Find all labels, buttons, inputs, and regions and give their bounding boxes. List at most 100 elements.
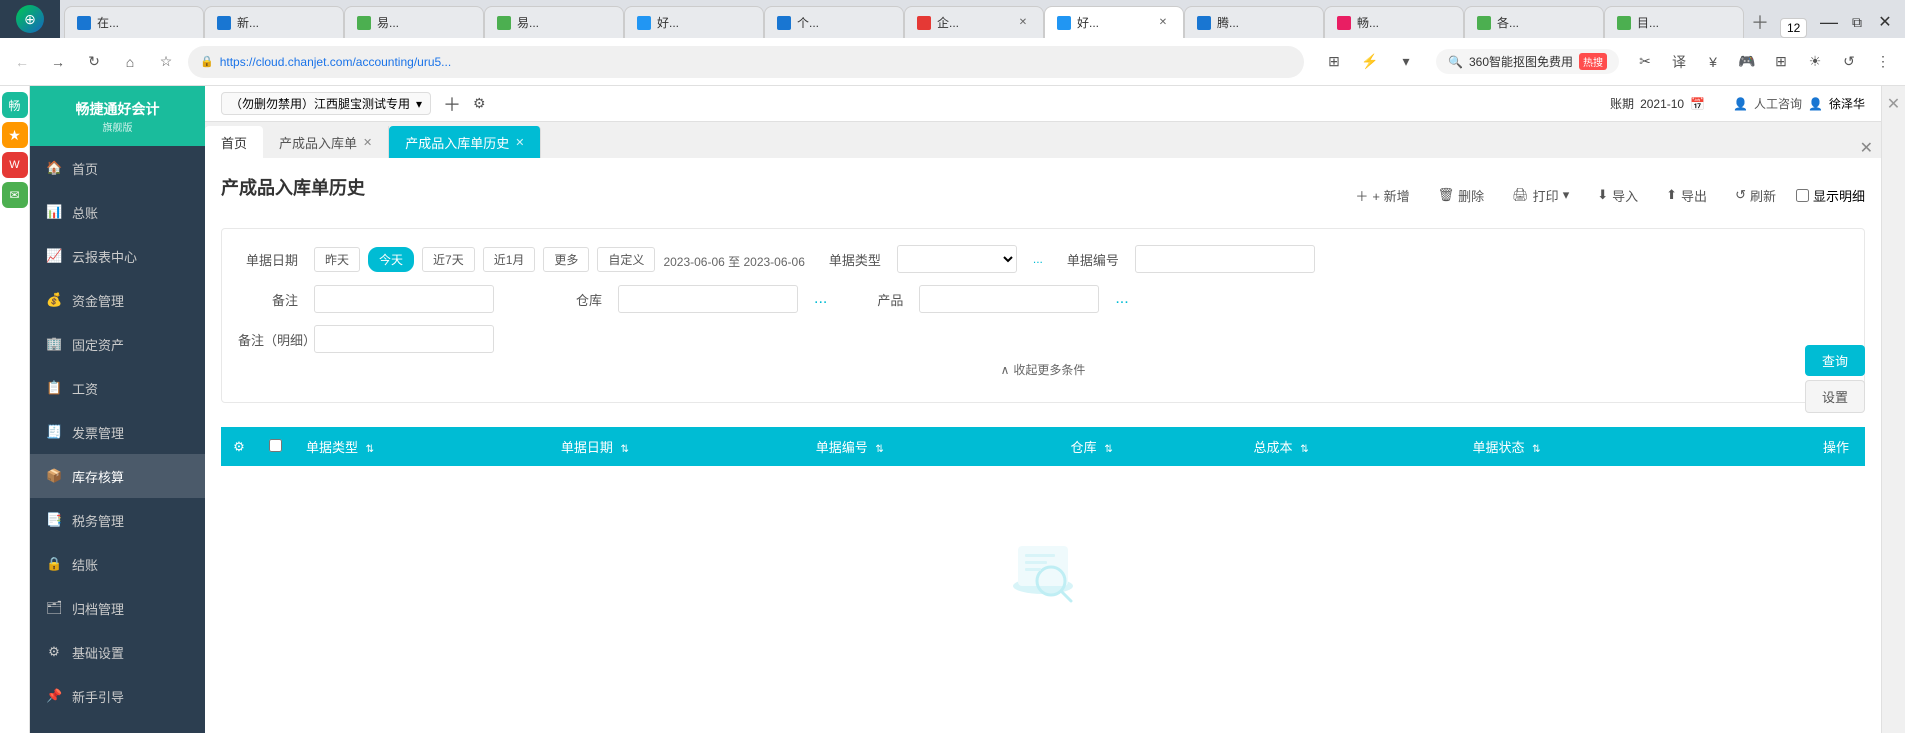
th-status[interactable]: 单据状态 ⇅: [1460, 427, 1715, 466]
right-panel-close[interactable]: ✕: [1881, 86, 1905, 733]
add-company-button[interactable]: ＋: [443, 91, 461, 117]
forward-button[interactable]: →: [44, 48, 72, 76]
date-btn-7days[interactable]: 近7天: [422, 247, 475, 272]
type-filter-select[interactable]: [897, 245, 1017, 273]
th-warehouse[interactable]: 仓库 ⇅: [1059, 427, 1242, 466]
chevron-down-icon[interactable]: ▾: [1392, 48, 1420, 76]
browser-tab-10[interactable]: 畅...: [1324, 6, 1464, 38]
refresh-button[interactable]: ↺ 刷新: [1727, 182, 1784, 209]
restore-button[interactable]: ⧉: [1845, 10, 1869, 34]
query-button[interactable]: 查询: [1805, 345, 1865, 376]
nav-item-invoice[interactable]: 🧾 发票管理: [30, 410, 205, 454]
import-button[interactable]: ⬇ 导入: [1589, 182, 1646, 209]
more-icon[interactable]: ⋮: [1869, 48, 1897, 76]
calendar-icon[interactable]: 📅: [1690, 97, 1705, 111]
nav-item-guide[interactable]: 📌 新手引导: [30, 674, 205, 718]
nav-item-home[interactable]: 🏠 首页: [30, 146, 205, 190]
company-settings-icon[interactable]: ⚙: [473, 95, 486, 112]
sun-icon[interactable]: ☀: [1801, 48, 1829, 76]
browser-tab-7[interactable]: 企... ✕: [904, 6, 1044, 38]
note-filter-input[interactable]: [314, 285, 494, 313]
browser-tab-9[interactable]: 腾...: [1184, 6, 1324, 38]
date-btn-custom[interactable]: 自定义: [597, 247, 655, 272]
browser-tab-6[interactable]: 个...: [764, 6, 904, 38]
reset-button[interactable]: 设置: [1805, 380, 1865, 413]
print-button[interactable]: 🖨 打印 ▾: [1504, 182, 1577, 209]
nav-item-close[interactable]: 🔒 结账: [30, 542, 205, 586]
refresh-nav-button[interactable]: ↻: [80, 48, 108, 76]
browser-tab-5[interactable]: 好...: [624, 6, 764, 38]
search-box[interactable]: 🔍 360智能抠图免费用 热搜: [1436, 49, 1619, 74]
th-settings[interactable]: ⚙: [221, 427, 257, 466]
tab-8-close-icon[interactable]: ✕: [1155, 15, 1171, 31]
browser-tab-3[interactable]: 易...: [344, 6, 484, 38]
game-icon[interactable]: 🎮: [1733, 48, 1761, 76]
nav-item-reports[interactable]: 📈 云报表中心: [30, 234, 205, 278]
add-button[interactable]: ＋ + 新增: [1347, 182, 1417, 209]
nav-item-settings[interactable]: ⚙ 基础设置: [30, 630, 205, 674]
date-btn-yesterday[interactable]: 昨天: [314, 247, 360, 272]
th-type[interactable]: 单据类型 ⇅: [294, 427, 549, 466]
tab2-close-icon[interactable]: ✕: [515, 136, 524, 149]
browser-tab-12[interactable]: 目...: [1604, 6, 1744, 38]
undo-icon[interactable]: ↺: [1835, 48, 1863, 76]
browser-tab-8[interactable]: 好... ✕: [1044, 6, 1184, 38]
minimize-button[interactable]: —: [1817, 10, 1841, 34]
th-cost[interactable]: 总成本 ⇅: [1242, 427, 1461, 466]
page-tab-2[interactable]: 产成品入库单历史 ✕: [389, 126, 541, 158]
home-nav-button[interactable]: ⌂: [116, 48, 144, 76]
back-button[interactable]: ←: [8, 48, 36, 76]
date-btn-1month[interactable]: 近1月: [483, 247, 536, 272]
page-tab-home[interactable]: 首页: [205, 126, 263, 158]
warehouse-filter-input[interactable]: [618, 285, 798, 313]
select-all-checkbox[interactable]: [269, 439, 282, 452]
nav-item-assets[interactable]: 🏢 固定资产: [30, 322, 205, 366]
yuan-icon[interactable]: ¥: [1699, 48, 1727, 76]
app-icon-mail[interactable]: ✉: [2, 182, 28, 208]
app-icon-star[interactable]: ★: [2, 122, 28, 148]
tab1-close-icon[interactable]: ✕: [363, 136, 372, 149]
url-bar[interactable]: 🔒 https://cloud.chanjet.com/accounting/u…: [188, 46, 1304, 78]
scissors-icon[interactable]: ✂: [1631, 48, 1659, 76]
browser-tab-11[interactable]: 各...: [1464, 6, 1604, 38]
nav-item-salary[interactable]: 📋 工资: [30, 366, 205, 410]
number-filter-input[interactable]: [1135, 245, 1315, 273]
app-icon-chanjet[interactable]: 畅: [2, 92, 28, 118]
th-checkbox[interactable]: [257, 427, 294, 466]
right-close-icon[interactable]: ✕: [1887, 94, 1900, 114]
close-nav-icon: 🔒: [46, 556, 62, 572]
panel-close-icon[interactable]: ✕: [1860, 138, 1873, 158]
page-tab-1[interactable]: 产成品入库单 ✕: [263, 126, 389, 158]
nav-item-tax[interactable]: 📑 税务管理: [30, 498, 205, 542]
collapse-button[interactable]: ∧ 收起更多条件: [238, 353, 1848, 386]
close-button[interactable]: ✕: [1873, 10, 1897, 34]
page-title: 产成品入库单历史: [221, 174, 365, 200]
nav-item-ledger[interactable]: 📊 总账: [30, 190, 205, 234]
browser-tab-4[interactable]: 易...: [484, 6, 624, 38]
app-icon-wb[interactable]: W: [2, 152, 28, 178]
nav-item-archive[interactable]: 🗂 归档管理: [30, 586, 205, 630]
grid-icon[interactable]: ⊞: [1320, 48, 1348, 76]
company-selector[interactable]: （勿删勿禁用）江西腿宝测试专用 ▾: [221, 92, 431, 115]
note-filter-label: 备注: [238, 290, 298, 309]
nav-item-inventory[interactable]: 📦 库存核算: [30, 454, 205, 498]
apps-icon[interactable]: ⊞: [1767, 48, 1795, 76]
browser-tab-2[interactable]: 新...: [204, 6, 344, 38]
tab-7-close-icon[interactable]: ✕: [1015, 15, 1031, 31]
new-tab-button[interactable]: ＋: [1744, 6, 1776, 38]
delete-button[interactable]: 🗑 删除: [1430, 182, 1493, 209]
bookmark-button[interactable]: ☆: [152, 48, 180, 76]
lightning-icon[interactable]: ⚡: [1356, 48, 1384, 76]
date-btn-today[interactable]: 今天: [368, 247, 414, 272]
th-number[interactable]: 单据编号 ⇅: [804, 427, 1059, 466]
export-button[interactable]: ⬆ 导出: [1658, 182, 1715, 209]
show-detail-checkbox[interactable]: [1796, 189, 1809, 202]
note-detail-filter-input[interactable]: [314, 325, 494, 353]
browser-tab-1[interactable]: 在...: [64, 6, 204, 38]
date-btn-more[interactable]: 更多: [543, 247, 589, 272]
translate-icon[interactable]: 译: [1665, 48, 1693, 76]
user-service-label[interactable]: 人工咨询: [1754, 95, 1802, 112]
nav-item-funds[interactable]: 💰 资金管理: [30, 278, 205, 322]
product-filter-input[interactable]: [919, 285, 1099, 313]
th-date[interactable]: 单据日期 ⇅: [549, 427, 804, 466]
